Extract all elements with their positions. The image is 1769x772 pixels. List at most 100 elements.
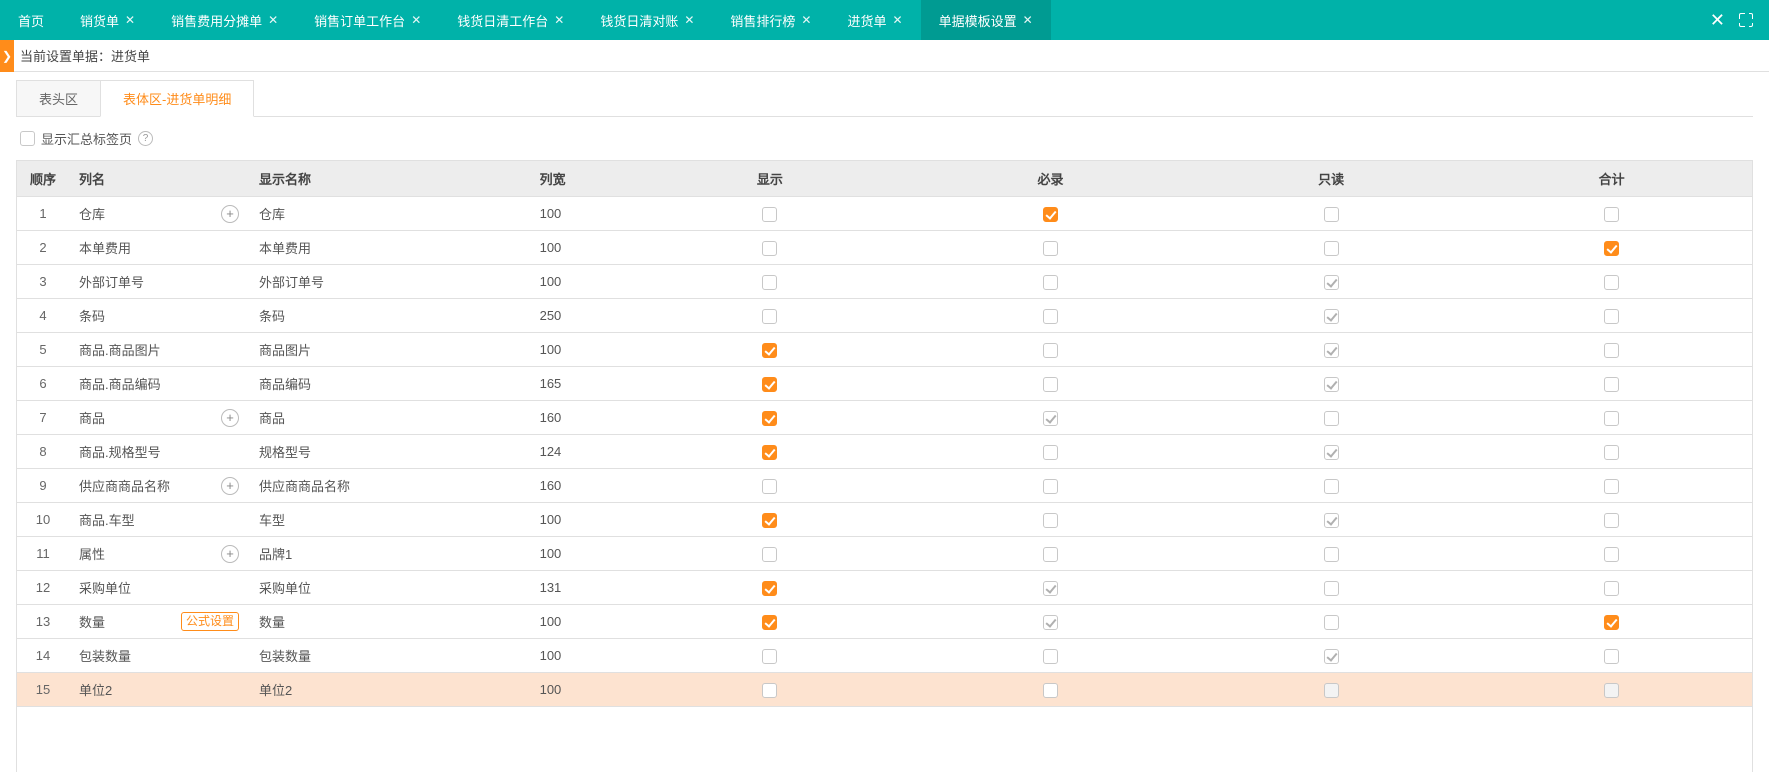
table-row[interactable]: 11属性+品牌1100 <box>17 537 1752 571</box>
checkbox[interactable] <box>762 581 777 596</box>
checkbox[interactable] <box>762 241 777 256</box>
plus-icon[interactable]: + <box>221 409 239 427</box>
checkbox[interactable] <box>1604 547 1619 562</box>
checkbox[interactable] <box>762 479 777 494</box>
show-summary-checkbox[interactable] <box>20 131 35 146</box>
checkbox[interactable] <box>1604 207 1619 222</box>
table-row[interactable]: 4条码条码250 <box>17 299 1752 333</box>
table-row[interactable]: 10商品.车型车型100 <box>17 503 1752 537</box>
cell-width[interactable]: 100 <box>530 333 630 367</box>
checkbox[interactable] <box>1604 479 1619 494</box>
table-row[interactable]: 15单位2单位2100 <box>17 673 1752 707</box>
checkbox[interactable] <box>1604 343 1619 358</box>
close-icon[interactable]: ✕ <box>801 13 811 27</box>
table-row[interactable]: 3外部订单号外部订单号100 <box>17 265 1752 299</box>
checkbox[interactable] <box>1043 377 1058 392</box>
help-icon[interactable]: ? <box>138 131 153 146</box>
checkbox[interactable] <box>1324 581 1339 596</box>
cell-width[interactable]: 250 <box>530 299 630 333</box>
checkbox[interactable] <box>1324 479 1339 494</box>
checkbox[interactable] <box>1324 547 1339 562</box>
checkbox[interactable] <box>762 649 777 664</box>
checkbox[interactable] <box>1043 275 1058 290</box>
checkbox[interactable] <box>762 377 777 392</box>
tab-0[interactable]: 销货单✕ <box>62 0 153 40</box>
checkbox[interactable] <box>1604 309 1619 324</box>
table-row[interactable]: 8商品.规格型号规格型号124 <box>17 435 1752 469</box>
cell-display-name[interactable]: 采购单位 <box>249 571 530 605</box>
checkbox[interactable] <box>1043 683 1058 698</box>
cell-display-name[interactable]: 数量 <box>249 605 530 639</box>
cell-width[interactable]: 100 <box>530 639 630 673</box>
cell-display-name[interactable]: 仓库 <box>249 197 530 231</box>
cell-display-name[interactable]: 商品编码 <box>249 367 530 401</box>
cell-display-name[interactable]: 商品图片 <box>249 333 530 367</box>
tab-1[interactable]: 销售费用分摊单✕ <box>153 0 296 40</box>
checkbox[interactable] <box>762 343 777 358</box>
checkbox[interactable] <box>1324 615 1339 630</box>
columns-table-scroll[interactable]: 顺序 列名 显示名称 列宽 显示 必录 只读 合计 1仓库+仓库1002本单费用… <box>16 160 1753 772</box>
table-row[interactable]: 1仓库+仓库100 <box>17 197 1752 231</box>
section-tab-0[interactable]: 表头区 <box>16 80 101 117</box>
table-row[interactable]: 13数量公式设置数量100 <box>17 605 1752 639</box>
checkbox[interactable] <box>1324 411 1339 426</box>
checkbox[interactable] <box>1043 207 1058 222</box>
cell-width[interactable]: 100 <box>530 197 630 231</box>
checkbox[interactable] <box>1324 241 1339 256</box>
checkbox[interactable] <box>762 445 777 460</box>
plus-icon[interactable]: + <box>221 545 239 563</box>
checkbox[interactable] <box>1043 309 1058 324</box>
cell-width[interactable]: 100 <box>530 673 630 707</box>
tab-6[interactable]: 进货单✕ <box>829 0 920 40</box>
cell-width[interactable]: 165 <box>530 367 630 401</box>
close-icon[interactable]: ✕ <box>684 13 694 27</box>
plus-icon[interactable]: + <box>221 205 239 223</box>
checkbox[interactable] <box>1324 207 1339 222</box>
section-tab-1[interactable]: 表体区-进货单明细 <box>100 80 254 117</box>
checkbox[interactable] <box>762 275 777 290</box>
checkbox[interactable] <box>762 615 777 630</box>
close-workspace-button[interactable]: ✕ <box>1710 10 1725 31</box>
cell-width[interactable]: 100 <box>530 537 630 571</box>
tab-4[interactable]: 钱货日清对账✕ <box>582 0 712 40</box>
table-row[interactable]: 14包装数量包装数量100 <box>17 639 1752 673</box>
table-row[interactable]: 7商品+商品160 <box>17 401 1752 435</box>
cell-width[interactable]: 131 <box>530 571 630 605</box>
cell-width[interactable]: 160 <box>530 401 630 435</box>
close-icon[interactable]: ✕ <box>554 13 564 27</box>
cell-display-name[interactable]: 供应商商品名称 <box>249 469 530 503</box>
close-icon[interactable]: ✕ <box>1023 13 1033 27</box>
cell-width[interactable]: 100 <box>530 231 630 265</box>
checkbox[interactable] <box>1043 479 1058 494</box>
tab-7[interactable]: 单据模板设置✕ <box>921 0 1051 40</box>
cell-display-name[interactable]: 外部订单号 <box>249 265 530 299</box>
table-row[interactable]: 9供应商商品名称+供应商商品名称160 <box>17 469 1752 503</box>
checkbox[interactable] <box>1043 649 1058 664</box>
cell-display-name[interactable]: 包装数量 <box>249 639 530 673</box>
table-row[interactable]: 6商品.商品编码商品编码165 <box>17 367 1752 401</box>
checkbox[interactable] <box>762 513 777 528</box>
cell-display-name[interactable]: 商品 <box>249 401 530 435</box>
checkbox[interactable] <box>1043 445 1058 460</box>
close-icon[interactable]: ✕ <box>268 13 278 27</box>
checkbox[interactable] <box>1604 581 1619 596</box>
fullscreen-icon[interactable] <box>1739 13 1753 27</box>
plus-icon[interactable]: + <box>221 477 239 495</box>
close-icon[interactable]: ✕ <box>411 13 421 27</box>
checkbox[interactable] <box>762 309 777 324</box>
close-icon[interactable]: ✕ <box>893 13 903 27</box>
cell-width[interactable]: 100 <box>530 503 630 537</box>
cell-width[interactable]: 160 <box>530 469 630 503</box>
checkbox[interactable] <box>762 411 777 426</box>
close-icon[interactable]: ✕ <box>125 13 135 27</box>
tab-5[interactable]: 销售排行榜✕ <box>712 0 829 40</box>
checkbox[interactable] <box>762 547 777 562</box>
cell-width[interactable]: 100 <box>530 265 630 299</box>
formula-badge[interactable]: 公式设置 <box>181 612 239 631</box>
cell-display-name[interactable]: 品牌1 <box>249 537 530 571</box>
tab-home[interactable]: 首页 <box>0 0 62 40</box>
checkbox[interactable] <box>1043 513 1058 528</box>
table-row[interactable]: 12采购单位采购单位131 <box>17 571 1752 605</box>
checkbox[interactable] <box>1604 241 1619 256</box>
tab-2[interactable]: 销售订单工作台✕ <box>296 0 439 40</box>
